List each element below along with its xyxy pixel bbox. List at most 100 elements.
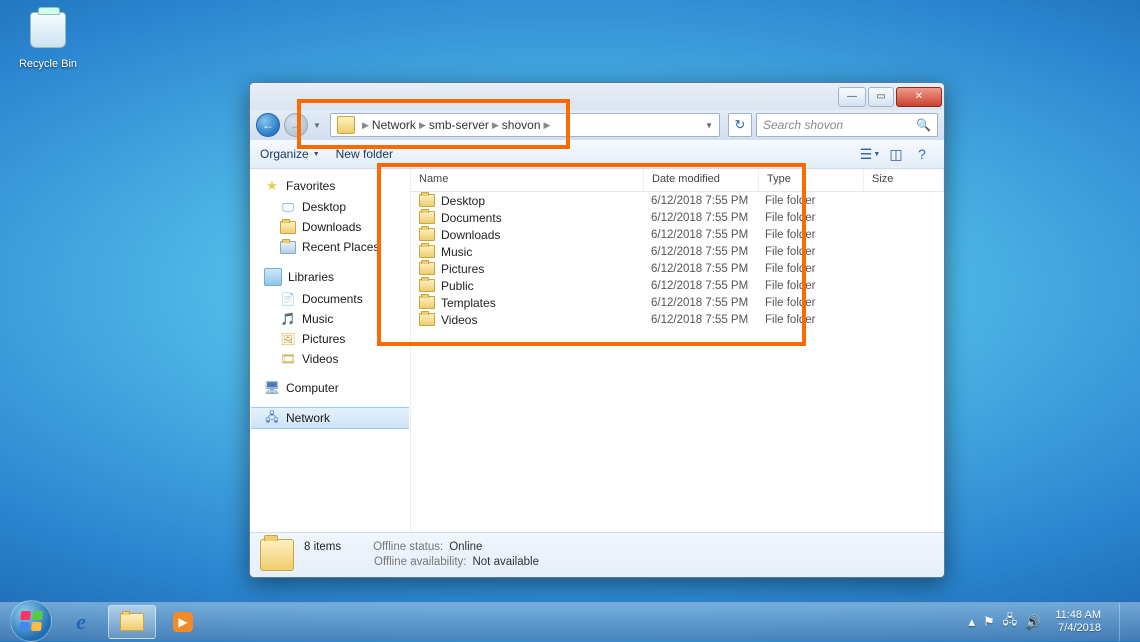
file-row[interactable]: Documents 6/12/2018 7:55 PMFile folder xyxy=(411,209,944,226)
search-input[interactable]: Search shovon 🔍 xyxy=(756,113,938,137)
sidebar-group-libraries[interactable]: Libraries xyxy=(250,265,410,289)
file-name: Music xyxy=(441,245,472,259)
file-type: File folder xyxy=(757,212,861,224)
organize-menu[interactable]: Organize ▼ xyxy=(260,147,320,161)
chevron-right-icon: ▶ xyxy=(544,120,551,131)
libraries-label: Libraries xyxy=(288,270,334,284)
desktop-icon-recycle-bin[interactable]: Recycle Bin xyxy=(12,8,84,70)
folder-icon xyxy=(419,313,435,326)
window-close-button[interactable]: ✕ xyxy=(896,87,942,107)
breadcrumb-network[interactable]: Network xyxy=(372,118,416,132)
address-bar[interactable]: ▶ Network ▶ smb-server ▶ shovon ▶ ▼ xyxy=(330,113,720,137)
taskbar-button-ie[interactable]: e xyxy=(58,606,104,638)
action-center-icon[interactable]: ⚑ xyxy=(983,614,995,630)
organize-label: Organize xyxy=(260,147,309,161)
taskbar-button-media-player[interactable]: ▶ xyxy=(160,606,206,638)
favorites-label: Favorites xyxy=(286,179,335,193)
folder-icon xyxy=(419,194,435,207)
documents-icon: 📄 xyxy=(280,291,296,307)
start-button[interactable] xyxy=(10,600,52,642)
computer-icon: 🖥 xyxy=(264,380,280,396)
file-type: File folder xyxy=(757,263,861,275)
preview-pane-button[interactable]: ◫ xyxy=(884,143,908,165)
nav-back-button[interactable]: ← xyxy=(256,113,280,137)
taskbar-button-explorer[interactable] xyxy=(108,605,156,639)
system-tray: ▴ ⚑ 🖧 🔊 11:48 AM 7/4/2018 xyxy=(968,603,1134,641)
column-header-date[interactable]: Date modified xyxy=(644,169,759,191)
file-row[interactable]: Music6/12/2018 7:55 PMFile folder xyxy=(411,243,944,260)
explorer-icon xyxy=(120,613,144,631)
file-date: 6/12/2018 7:55 PM xyxy=(643,297,757,309)
pictures-icon: 🖼 xyxy=(280,331,296,347)
nav-history-dropdown[interactable]: ▼ xyxy=(312,114,322,136)
chevron-right-icon: ▶ xyxy=(362,120,369,131)
recent-icon xyxy=(280,239,296,255)
window-maximize-button[interactable]: ▭ xyxy=(868,87,894,107)
file-row[interactable]: Videos6/12/2018 7:55 PMFile folder xyxy=(411,311,944,328)
desktop-icon: 🖵 xyxy=(280,199,296,215)
recycle-bin-label: Recycle Bin xyxy=(12,58,84,70)
folder-icon xyxy=(419,262,435,275)
network-tray-icon[interactable]: 🖧 xyxy=(1003,611,1018,633)
file-name: Templates xyxy=(441,296,496,310)
help-button[interactable]: ? xyxy=(910,143,934,165)
sidebar-item-desktop[interactable]: 🖵Desktop xyxy=(250,197,410,217)
videos-icon: 🎞 xyxy=(280,351,296,367)
file-row[interactable]: Public6/12/2018 7:55 PMFile folder xyxy=(411,277,944,294)
column-headers: Name Date modified Type Size xyxy=(411,169,944,192)
column-header-type[interactable]: Type xyxy=(759,169,864,191)
file-row[interactable]: Desktop6/12/2018 7:55 PMFile folder xyxy=(411,192,944,209)
chevron-right-icon: ▶ xyxy=(419,120,426,131)
navigation-bar: ← → ▼ ▶ Network ▶ smb-server ▶ shovon ▶ … xyxy=(250,110,944,140)
sidebar-item-recent-places[interactable]: Recent Places xyxy=(250,237,410,257)
breadcrumb-shovon[interactable]: shovon xyxy=(502,118,541,132)
volume-icon[interactable]: 🔊 xyxy=(1025,614,1041,630)
show-desktop-button[interactable] xyxy=(1119,603,1132,641)
folder-icon xyxy=(419,245,435,258)
file-type: File folder xyxy=(757,246,861,258)
new-folder-button[interactable]: New folder xyxy=(336,147,393,161)
column-header-size[interactable]: Size xyxy=(864,169,944,191)
toolbar: Organize ▼ New folder ☰▼ ◫ ? xyxy=(250,140,944,169)
breadcrumb-smb-server[interactable]: smb-server xyxy=(429,118,489,132)
file-date: 6/12/2018 7:55 PM xyxy=(643,263,757,275)
search-icon: 🔍 xyxy=(916,118,931,132)
sidebar-item-network[interactable]: 🖧 Network xyxy=(251,407,409,429)
file-name: Downloads xyxy=(441,228,500,242)
music-icon: 🎵 xyxy=(280,311,296,327)
sidebar-group-favorites[interactable]: ★ Favorites xyxy=(250,175,410,197)
sidebar-item-downloads[interactable]: Downloads xyxy=(250,217,410,237)
nav-forward-button[interactable]: → xyxy=(284,113,308,137)
file-name: Videos xyxy=(441,313,477,327)
taskbar: e ▶ ▴ ⚑ 🖧 🔊 11:48 AM 7/4/2018 xyxy=(0,602,1140,641)
file-name: Public xyxy=(441,279,474,293)
tray-chevron-icon[interactable]: ▴ xyxy=(968,614,975,630)
file-row[interactable]: Downloads 6/12/2018 7:55 PMFile folder xyxy=(411,226,944,243)
address-dropdown[interactable]: ▼ xyxy=(701,121,717,130)
window-titlebar[interactable]: — ▭ ✕ xyxy=(250,83,944,110)
window-minimize-button[interactable]: — xyxy=(838,87,866,107)
chevron-down-icon: ▼ xyxy=(313,151,320,158)
folder-icon xyxy=(337,116,355,134)
view-options-button[interactable]: ☰▼ xyxy=(858,143,882,165)
file-row[interactable]: Templates6/12/2018 7:55 PMFile folder xyxy=(411,294,944,311)
file-name: Documents xyxy=(441,211,502,225)
refresh-button[interactable]: ↻ xyxy=(728,113,752,137)
sidebar-item-pictures[interactable]: 🖼Pictures xyxy=(250,329,410,349)
media-player-icon: ▶ xyxy=(173,612,193,632)
column-header-name[interactable]: Name xyxy=(411,169,644,191)
sidebar-item-documents[interactable]: 📄Documents xyxy=(250,289,410,309)
file-date: 6/12/2018 7:55 PM xyxy=(643,212,757,224)
file-type: File folder xyxy=(757,195,861,207)
file-list: Name Date modified Type Size Desktop6/12… xyxy=(411,169,944,534)
sidebar-item-music[interactable]: 🎵Music xyxy=(250,309,410,329)
taskbar-clock[interactable]: 11:48 AM 7/4/2018 xyxy=(1055,609,1101,635)
folder-icon xyxy=(419,279,435,292)
new-folder-label: New folder xyxy=(336,147,393,161)
file-type: File folder xyxy=(757,229,861,241)
sidebar-item-videos[interactable]: 🎞Videos xyxy=(250,349,410,369)
network-icon: 🖧 xyxy=(264,410,280,426)
sidebar-item-computer[interactable]: 🖥 Computer xyxy=(250,377,410,399)
file-row[interactable]: Pictures6/12/2018 7:55 PMFile folder xyxy=(411,260,944,277)
file-date: 6/12/2018 7:55 PM xyxy=(643,229,757,241)
